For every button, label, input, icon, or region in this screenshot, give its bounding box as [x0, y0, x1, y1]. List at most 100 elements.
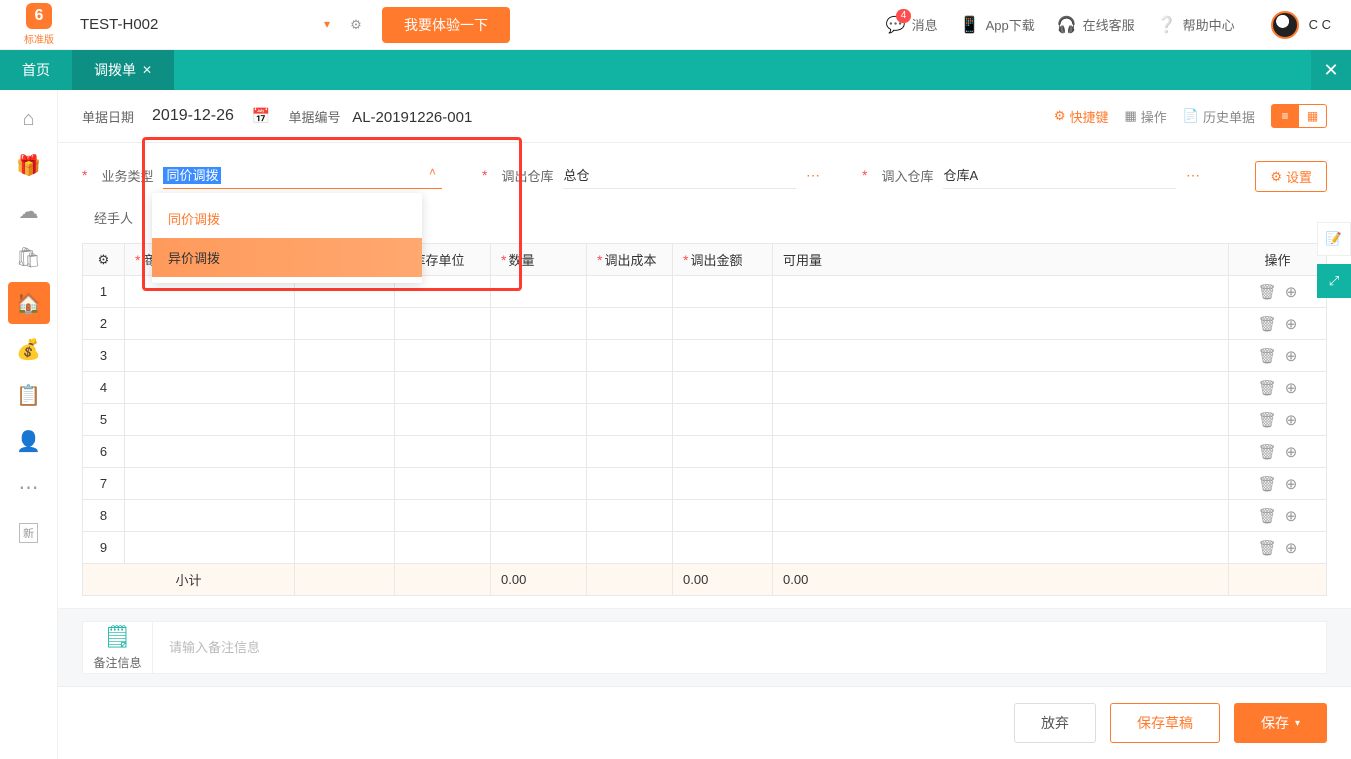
delete-row-button[interactable]: 🗑 — [1258, 380, 1277, 397]
cell-unit[interactable] — [395, 308, 491, 340]
add-row-button[interactable]: ⊕ — [1285, 348, 1298, 365]
delete-row-button[interactable]: 🗑 — [1258, 444, 1277, 461]
delete-row-button[interactable]: 🗑 — [1258, 348, 1277, 365]
dropdown-option-diff-price[interactable]: 异价调拨 — [152, 238, 422, 277]
cta-button[interactable]: 我要体验一下 — [382, 7, 510, 43]
cell-unit[interactable] — [395, 468, 491, 500]
add-row-button[interactable]: ⊕ — [1285, 476, 1298, 493]
add-row-button[interactable]: ⊕ — [1285, 444, 1298, 461]
cell-avail[interactable] — [773, 500, 1229, 532]
shortcut-link[interactable]: ⚙快捷键 — [1054, 107, 1109, 126]
delete-row-button[interactable]: 🗑 — [1258, 412, 1277, 429]
cell-spec[interactable] — [295, 532, 395, 564]
cell-product[interactable] — [125, 404, 295, 436]
cell-avail[interactable] — [773, 308, 1229, 340]
float-expand-button[interactable]: ⤢ — [1317, 264, 1351, 298]
cell-cost[interactable] — [587, 404, 673, 436]
cell-spec[interactable] — [295, 340, 395, 372]
delete-row-button[interactable]: 🗑 — [1258, 476, 1277, 493]
cell-cost[interactable] — [587, 372, 673, 404]
cell-amt[interactable] — [673, 436, 773, 468]
cell-spec[interactable] — [295, 500, 395, 532]
cell-avail[interactable] — [773, 404, 1229, 436]
date-value[interactable]: 2019-12-26 — [152, 107, 234, 125]
view-list-button[interactable]: ≡ — [1271, 104, 1299, 128]
cell-unit[interactable] — [395, 532, 491, 564]
messages-link[interactable]: 💬 消息 4 — [886, 15, 938, 35]
sidebar-item-clipboard[interactable]: 📋 — [8, 374, 50, 416]
cell-spec[interactable] — [295, 372, 395, 404]
cell-qty[interactable] — [491, 404, 587, 436]
delete-row-button[interactable]: 🗑 — [1258, 508, 1277, 525]
sidebar-item-new[interactable]: 新 — [8, 512, 50, 554]
cell-product[interactable] — [125, 500, 295, 532]
tab-home[interactable]: 首页 — [0, 50, 72, 90]
cell-cost[interactable] — [587, 532, 673, 564]
company-selector[interactable]: TEST-H002 ▾ — [80, 16, 330, 34]
cell-product[interactable] — [125, 308, 295, 340]
cell-cost[interactable] — [587, 276, 673, 308]
cell-qty[interactable] — [491, 532, 587, 564]
sidebar-item-gift[interactable]: 🎁 — [8, 144, 50, 186]
user-menu[interactable]: C C — [1271, 11, 1331, 39]
in-wh-select[interactable]: 仓库A — [943, 161, 1176, 189]
table-row[interactable]: 3🗑⊕ — [83, 340, 1327, 372]
cell-product[interactable] — [125, 468, 295, 500]
settings-button[interactable]: ⚙设置 — [1255, 161, 1327, 192]
cell-cost[interactable] — [587, 308, 673, 340]
help-center-link[interactable]: ❔ 帮助中心 — [1157, 15, 1235, 35]
sidebar-item-home[interactable]: ⌂ — [8, 98, 50, 140]
discard-button[interactable]: 放弃 — [1014, 703, 1096, 743]
cell-qty[interactable] — [491, 308, 587, 340]
sidebar-item-bag[interactable]: 🛍 — [8, 236, 50, 278]
cell-qty[interactable] — [491, 468, 587, 500]
table-row[interactable]: 5🗑⊕ — [83, 404, 1327, 436]
cell-avail[interactable] — [773, 276, 1229, 308]
cell-amt[interactable] — [673, 500, 773, 532]
dropdown-option-same-price[interactable]: 同价调拨 — [152, 199, 422, 238]
sidebar-item-money[interactable]: 💰 — [8, 328, 50, 370]
cell-spec[interactable] — [295, 436, 395, 468]
cell-cost[interactable] — [587, 436, 673, 468]
table-row[interactable]: 8🗑⊕ — [83, 500, 1327, 532]
cell-product[interactable] — [125, 532, 295, 564]
calendar-icon[interactable]: 📅 — [252, 107, 271, 125]
cell-spec[interactable] — [295, 308, 395, 340]
cell-amt[interactable] — [673, 276, 773, 308]
save-button[interactable]: 保存▾ — [1234, 703, 1327, 743]
history-link[interactable]: 📄历史单据 — [1183, 107, 1255, 126]
cell-unit[interactable] — [395, 436, 491, 468]
table-row[interactable]: 4🗑⊕ — [83, 372, 1327, 404]
remark-input[interactable] — [153, 622, 1326, 673]
biz-type-select[interactable]: 同价调拨 ˄ — [163, 161, 442, 189]
cell-unit[interactable] — [395, 372, 491, 404]
sidebar-item-warehouse[interactable]: 🏠 — [8, 282, 50, 324]
cell-amt[interactable] — [673, 532, 773, 564]
add-row-button[interactable]: ⊕ — [1285, 540, 1298, 557]
sidebar-item-contact[interactable]: 👤 — [8, 420, 50, 462]
tab-transfer-order[interactable]: 调拨单 ✕ — [72, 50, 174, 90]
table-row[interactable]: 2🗑⊕ — [83, 308, 1327, 340]
close-icon[interactable]: ✕ — [142, 63, 152, 77]
cell-unit[interactable] — [395, 340, 491, 372]
delete-row-button[interactable]: 🗑 — [1258, 540, 1277, 557]
cell-unit[interactable] — [395, 404, 491, 436]
close-all-tabs-button[interactable]: ✕ — [1311, 50, 1351, 90]
cell-product[interactable] — [125, 340, 295, 372]
cell-amt[interactable] — [673, 308, 773, 340]
table-settings-header[interactable]: ⚙ — [83, 244, 125, 276]
cell-spec[interactable] — [295, 468, 395, 500]
cell-spec[interactable] — [295, 404, 395, 436]
cell-avail[interactable] — [773, 436, 1229, 468]
add-row-button[interactable]: ⊕ — [1285, 412, 1298, 429]
add-row-button[interactable]: ⊕ — [1285, 284, 1298, 301]
cell-qty[interactable] — [491, 372, 587, 404]
table-row[interactable]: 9🗑⊕ — [83, 532, 1327, 564]
cell-qty[interactable] — [491, 340, 587, 372]
cell-avail[interactable] — [773, 532, 1229, 564]
cell-cost[interactable] — [587, 340, 673, 372]
cell-amt[interactable] — [673, 340, 773, 372]
delete-row-button[interactable]: 🗑 — [1258, 316, 1277, 333]
out-wh-select[interactable]: 总仓 — [563, 161, 796, 189]
sidebar-item-more[interactable]: ⋯ — [8, 466, 50, 508]
